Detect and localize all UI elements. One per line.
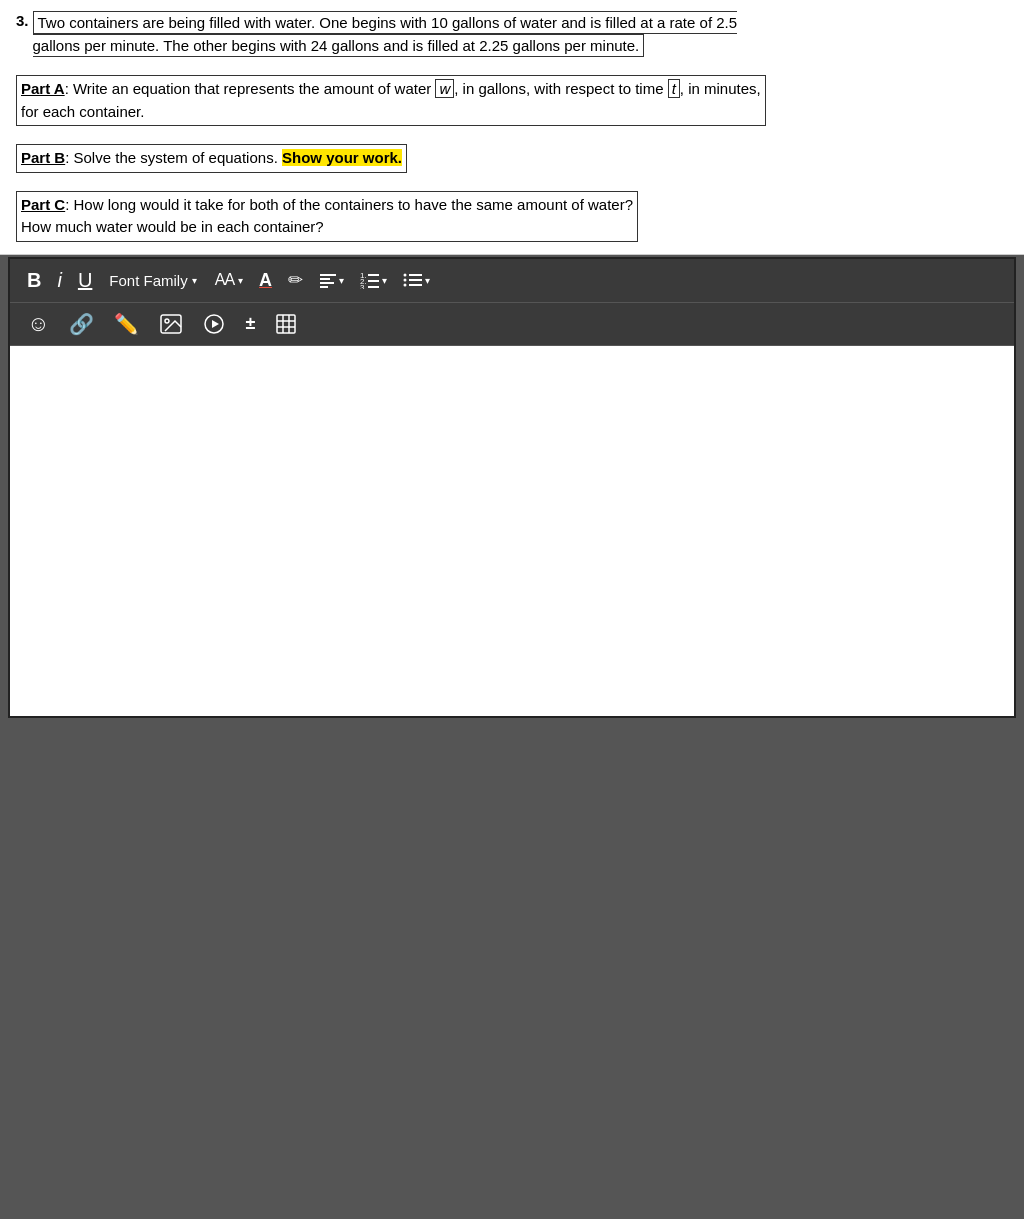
svg-rect-0 [320, 274, 336, 276]
question-text-line1: Two containers are being filled with wat… [33, 11, 738, 57]
pencil-button[interactable]: ✏️ [109, 310, 144, 338]
align-left-icon [319, 271, 337, 289]
font-color-button[interactable]: A [254, 268, 277, 293]
svg-rect-11 [409, 274, 422, 276]
toolbar-row2: ☺ 🔗 ✏️ ± [10, 303, 1014, 346]
pencil-icon: ✏️ [114, 312, 139, 336]
part-c-section: Part C: How long would it take for both … [16, 191, 1008, 242]
list-ordered-chevron: ▾ [382, 275, 387, 286]
svg-rect-1 [320, 278, 330, 280]
part-b-highlight: Show your work. [282, 149, 402, 166]
dark-bg-section [0, 718, 1024, 1148]
svg-rect-5 [368, 274, 379, 276]
svg-point-14 [404, 284, 407, 287]
font-family-label: Font Family [109, 272, 187, 289]
svg-rect-9 [368, 286, 379, 288]
eraser-icon: ✏ [288, 269, 303, 291]
svg-rect-3 [320, 286, 328, 288]
part-b-label: Part B [21, 149, 65, 166]
unordered-list-button[interactable]: ▾ [398, 269, 435, 291]
svg-rect-7 [368, 280, 379, 282]
font-size-label: AA [215, 271, 234, 289]
italic-button[interactable]: i [52, 267, 66, 294]
part-c-label: Part C [21, 196, 65, 213]
table-icon [275, 313, 297, 335]
svg-rect-15 [409, 284, 422, 286]
svg-point-12 [404, 279, 407, 282]
bold-button[interactable]: B [22, 267, 46, 294]
svg-point-10 [404, 274, 407, 277]
play-icon [203, 313, 225, 335]
align-left-button[interactable]: ▾ [314, 269, 349, 291]
font-color-label: A [259, 270, 272, 291]
part-b-section: Part B: Solve the system of equations. S… [16, 144, 1008, 173]
play-button[interactable] [198, 311, 230, 337]
part-a-section: Part A: Write an equation that represent… [16, 75, 1008, 126]
variable-w: w [435, 79, 454, 98]
emoji-icon: ☺ [27, 311, 49, 337]
editor-container: B i U Font Family ▾ AA ▾ A ✏ ▾ [8, 257, 1016, 718]
svg-rect-13 [409, 279, 422, 281]
table-button[interactable] [270, 311, 302, 337]
font-size-dropdown[interactable]: AA ▾ [209, 269, 248, 291]
font-family-chevron: ▾ [192, 275, 197, 286]
variable-t: t [668, 79, 680, 98]
align-chevron: ▾ [339, 275, 344, 286]
list-unordered-chevron: ▾ [425, 275, 430, 286]
font-size-chevron: ▾ [238, 275, 242, 286]
formula-button[interactable]: ± [240, 311, 260, 336]
link-button[interactable]: 🔗 [64, 310, 99, 338]
svg-rect-20 [277, 315, 295, 333]
underline-button[interactable]: U [73, 267, 97, 294]
svg-text:3.: 3. [360, 283, 367, 289]
part-a-label: Part A [21, 80, 65, 97]
unordered-list-icon [403, 271, 423, 289]
formula-icon: ± [245, 313, 255, 334]
ordered-list-button[interactable]: 1. 2. 3. ▾ [355, 269, 392, 291]
link-icon: 🔗 [69, 312, 94, 336]
editor-content[interactable] [10, 346, 1014, 716]
font-family-dropdown[interactable]: Font Family ▾ [103, 270, 202, 291]
question-text-block: Two containers are being filled with wat… [33, 12, 738, 57]
svg-marker-19 [212, 320, 219, 328]
question-number: 3. [16, 12, 29, 29]
emoji-button[interactable]: ☺ [22, 309, 54, 339]
eraser-button[interactable]: ✏ [283, 267, 308, 293]
svg-point-17 [165, 319, 169, 323]
toolbar-row1: B i U Font Family ▾ AA ▾ A ✏ ▾ [10, 259, 1014, 303]
image-icon [159, 313, 183, 335]
question-area: 3. Two containers are being filled with … [0, 0, 1024, 255]
image-button[interactable] [154, 311, 188, 337]
svg-rect-2 [320, 282, 334, 284]
ordered-list-icon: 1. 2. 3. [360, 271, 380, 289]
